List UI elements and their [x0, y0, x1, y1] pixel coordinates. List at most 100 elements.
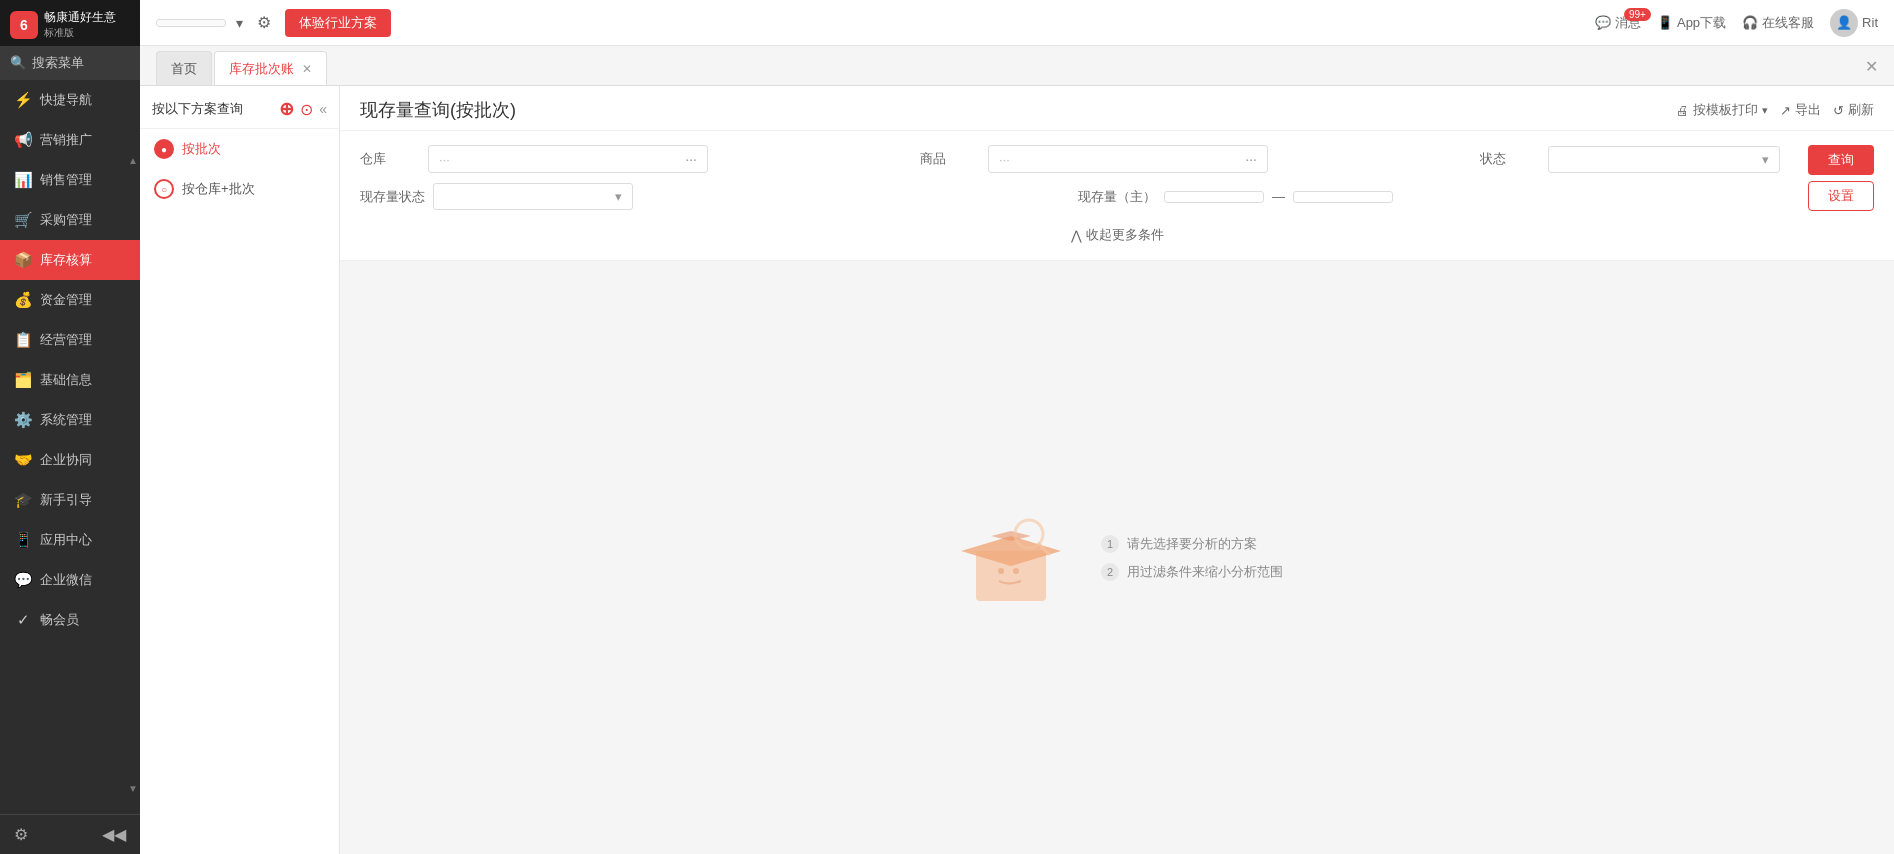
- sidebar-scroll-up[interactable]: ▲: [126, 155, 140, 166]
- inventory-status-dropdown-icon[interactable]: ▾: [615, 189, 622, 204]
- sidebar-item-inventory[interactable]: 📦 库存核算: [0, 240, 140, 280]
- sidebar-item-sales[interactable]: 📊 销售管理: [0, 160, 140, 200]
- operation-icon: 📋: [14, 331, 32, 349]
- print-dropdown-icon[interactable]: ▾: [1762, 104, 1768, 117]
- settings-scheme-icon[interactable]: ⊙: [300, 100, 313, 119]
- export-action[interactable]: ↗ 导出: [1780, 101, 1821, 119]
- system-icon: ⚙️: [14, 411, 32, 429]
- user-action[interactable]: 👤 Rit: [1830, 9, 1878, 37]
- tab-home[interactable]: 首页: [156, 51, 212, 85]
- sidebar-footer: ⚙ ◀◀: [0, 814, 140, 854]
- settings-footer-icon[interactable]: ⚙: [14, 825, 28, 844]
- sidebar-item-newbie[interactable]: 🎓 新手引导: [0, 480, 140, 520]
- warehouse-input[interactable]: ··· ···: [428, 145, 708, 173]
- tip-text-1: 请先选择要分析的方案: [1127, 535, 1257, 553]
- basic-icon: 🗂️: [14, 371, 32, 389]
- dropdown-button[interactable]: ▾: [236, 15, 243, 31]
- sidebar-item-member[interactable]: ✓ 畅会员: [0, 600, 140, 640]
- sidebar-item-label: 营销推广: [40, 131, 92, 149]
- svg-point-6: [1013, 568, 1019, 574]
- online-service-action[interactable]: 🎧 在线客服: [1742, 14, 1814, 32]
- collapse-more-conditions[interactable]: ⋀ 收起更多条件: [360, 220, 1874, 250]
- sidebar-search[interactable]: 🔍 搜索菜单: [0, 46, 140, 80]
- tabbar-close-right-icon[interactable]: ✕: [1865, 56, 1878, 75]
- filter-separator: —: [1272, 189, 1285, 204]
- export-icon: ↗: [1780, 103, 1791, 118]
- username-label: Rit: [1862, 15, 1878, 30]
- trial-button[interactable]: 体验行业方案: [285, 9, 391, 37]
- collapse-sidebar-icon[interactable]: ◀◀: [102, 825, 126, 844]
- sidebar-item-finance[interactable]: 💰 资金管理: [0, 280, 140, 320]
- sidebar-item-label: 库存核算: [40, 251, 92, 269]
- sidebar-item-quick-nav[interactable]: ⚡ 快捷导航: [0, 80, 140, 120]
- sidebar-item-label: 企业协同: [40, 451, 92, 469]
- add-scheme-icon[interactable]: ⊕: [279, 98, 294, 120]
- headset-icon: 🎧: [1742, 15, 1758, 30]
- sidebar-item-marketing[interactable]: 📢 营销推广: [0, 120, 140, 160]
- status-filter: 状态 ▾: [1480, 146, 1780, 173]
- filter-row-1: 仓库 ··· ··· 商品 ··· ···: [360, 145, 1780, 173]
- apps-icon: 📱: [14, 531, 32, 549]
- status-dropdown-icon[interactable]: ▾: [1762, 152, 1769, 167]
- scheme-by-batch-icon: ●: [154, 139, 174, 159]
- inventory-qty-from[interactable]: [1164, 191, 1264, 203]
- breadcrumb-input[interactable]: [156, 19, 226, 27]
- status-input[interactable]: ▾: [1548, 146, 1780, 173]
- inventory-qty-filter: 现存量（主） —: [1078, 188, 1780, 206]
- goods-input[interactable]: ··· ···: [988, 145, 1268, 173]
- print-template-action[interactable]: 🖨 按模板打印 ▾: [1676, 101, 1768, 119]
- sidebar-item-apps[interactable]: 📱 应用中心: [0, 520, 140, 560]
- sidebar-item-wechat[interactable]: 💬 企业微信: [0, 560, 140, 600]
- warehouse-filter: 仓库 ··· ···: [360, 145, 904, 173]
- topbar-settings-icon[interactable]: ⚙: [257, 13, 271, 32]
- search-icon: 🔍: [10, 55, 26, 70]
- quick-nav-icon: ⚡: [14, 91, 32, 109]
- sidebar-item-system[interactable]: ⚙️ 系统管理: [0, 400, 140, 440]
- sidebar-header: 6 畅康通好生意 标准版: [0, 0, 140, 46]
- filter-row-2: 现存量状态 ▾ 现存量（主） —: [360, 183, 1780, 210]
- app-name: 畅康通好生意: [44, 10, 116, 26]
- goods-label: 商品: [920, 150, 980, 168]
- scheme-by-batch[interactable]: ● 按批次: [140, 129, 339, 169]
- tab-close-icon[interactable]: ✕: [302, 62, 312, 76]
- app-download-icon: 📱: [1657, 15, 1673, 30]
- refresh-action[interactable]: ↺ 刷新: [1833, 101, 1874, 119]
- page-title: 现存量查询(按批次): [360, 98, 516, 122]
- query-button[interactable]: 查询: [1808, 145, 1874, 175]
- scheme-by-warehouse-batch-icon: ○: [154, 179, 174, 199]
- search-label: 搜索菜单: [32, 54, 84, 72]
- app-download-action[interactable]: 📱 App下载: [1657, 14, 1726, 32]
- empty-tip-2: 2 用过滤条件来缩小分析范围: [1101, 563, 1283, 581]
- sidebar-scroll-down[interactable]: ▼: [126, 783, 140, 794]
- settings-button[interactable]: 设置: [1808, 181, 1874, 211]
- message-action[interactable]: 💬 消息 99+: [1595, 14, 1641, 32]
- warehouse-dots-icon[interactable]: ···: [685, 151, 697, 167]
- sidebar-item-operation[interactable]: 📋 经营管理: [0, 320, 140, 360]
- sales-icon: 📊: [14, 171, 32, 189]
- app-version: 标准版: [44, 26, 116, 40]
- scheme-by-warehouse-batch[interactable]: ○ 按仓库+批次: [140, 169, 339, 209]
- finance-icon: 💰: [14, 291, 32, 309]
- scheme-by-warehouse-batch-label: 按仓库+批次: [182, 180, 255, 198]
- goods-placeholder: ···: [999, 152, 1010, 167]
- sidebar-item-label: 采购管理: [40, 211, 92, 229]
- goods-dots-icon[interactable]: ···: [1245, 151, 1257, 167]
- breadcrumb: [156, 19, 226, 27]
- sidebar-item-purchase[interactable]: 🛒 采购管理: [0, 200, 140, 240]
- marketing-icon: 📢: [14, 131, 32, 149]
- sidebar-item-basic[interactable]: 🗂️ 基础信息: [0, 360, 140, 400]
- filter-right-buttons: 查询 设置: [1808, 145, 1874, 211]
- left-panel: 按以下方案查询 ⊕ ⊙ « ● 按批次 ○ 按仓库+批次: [140, 86, 340, 854]
- avatar: 👤: [1830, 9, 1858, 37]
- inventory-status-input[interactable]: ▾: [433, 183, 633, 210]
- inventory-qty-to[interactable]: [1293, 191, 1393, 203]
- collapse-left-panel-icon[interactable]: «: [319, 101, 327, 117]
- sidebar-item-enterprise[interactable]: 🤝 企业协同: [0, 440, 140, 480]
- tip-text-2: 用过滤条件来缩小分析范围: [1127, 563, 1283, 581]
- status-label: 状态: [1480, 150, 1540, 168]
- tab-batch-account[interactable]: 库存批次账 ✕: [214, 51, 327, 85]
- message-icon: 💬: [1595, 15, 1611, 30]
- online-service-label: 在线客服: [1762, 14, 1814, 32]
- app-logo: 6: [10, 11, 38, 39]
- sidebar-item-label: 新手引导: [40, 491, 92, 509]
